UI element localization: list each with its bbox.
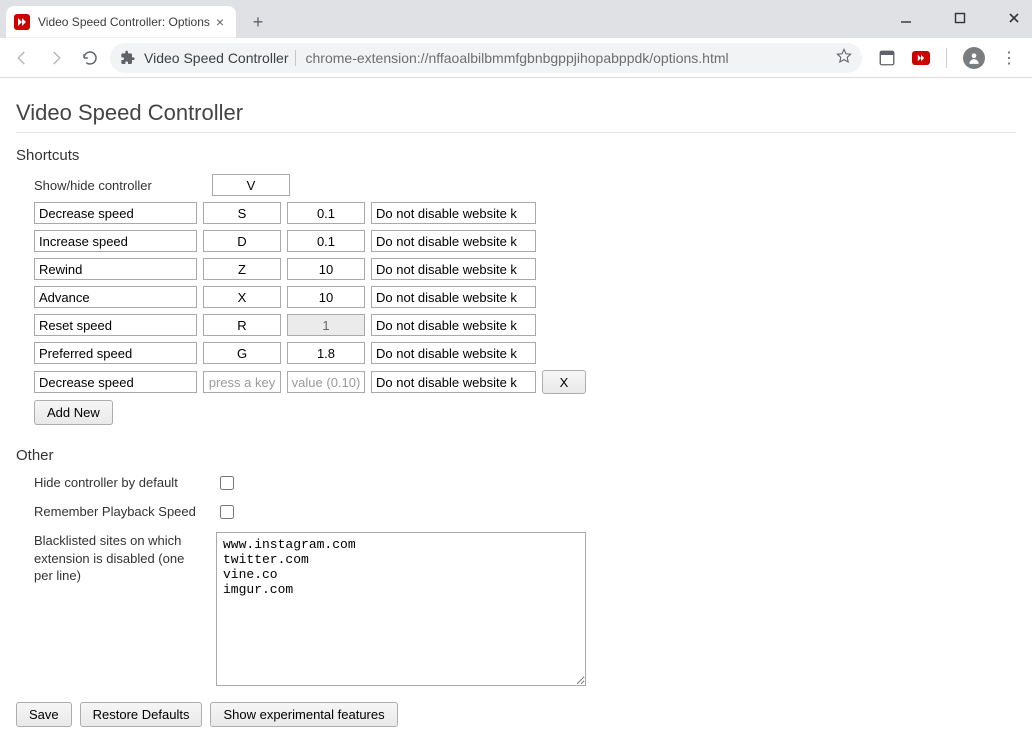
tab-bar: Video Speed Controller: Options × + xyxy=(0,0,1032,38)
save-button[interactable]: Save xyxy=(16,702,72,727)
browser-chrome: Video Speed Controller: Options × + xyxy=(0,0,1032,78)
close-tab-icon[interactable]: × xyxy=(214,14,226,30)
url-path: chrome-extension://nffaoalbilbmmfgbnbgpp… xyxy=(306,50,729,66)
shortcut-row: Rewind Do not disable website k xyxy=(34,258,1016,280)
disable-select[interactable]: Do not disable website k xyxy=(371,258,536,280)
action-select[interactable]: Preferred speed xyxy=(34,342,197,364)
reload-button[interactable] xyxy=(76,44,104,72)
value-input[interactable] xyxy=(287,230,365,252)
showhide-key-input[interactable] xyxy=(212,174,290,196)
key-input[interactable] xyxy=(203,371,281,393)
action-select[interactable]: Rewind xyxy=(34,258,197,280)
value-input[interactable] xyxy=(287,202,365,224)
url-origin: Video Speed Controller xyxy=(144,50,296,66)
add-new-row: Add New xyxy=(34,400,1016,425)
vsc-extension-icon[interactable] xyxy=(912,51,930,65)
hide-controller-row: Hide controller by default xyxy=(34,474,1016,493)
shortcut-row: Preferred speed Do not disable website k xyxy=(34,342,1016,364)
key-input[interactable] xyxy=(203,286,281,308)
page-title: Video Speed Controller xyxy=(16,100,1016,126)
key-input[interactable] xyxy=(203,342,281,364)
chrome-menu-icon[interactable]: ⋮ xyxy=(1001,48,1018,68)
action-select[interactable]: Decrease speed xyxy=(34,202,197,224)
key-input[interactable] xyxy=(203,314,281,336)
key-input[interactable] xyxy=(203,230,281,252)
forward-button[interactable] xyxy=(42,44,70,72)
value-input[interactable] xyxy=(287,258,365,280)
profile-avatar[interactable] xyxy=(963,47,985,69)
shortcut-row-showhide: Show/hide controller xyxy=(34,174,1016,196)
toolbar-right: ⋮ xyxy=(868,47,1024,69)
key-input[interactable] xyxy=(203,258,281,280)
restore-defaults-button[interactable]: Restore Defaults xyxy=(80,702,203,727)
action-select[interactable]: Decrease speed xyxy=(34,371,197,393)
page-viewport[interactable]: Video Speed Controller Shortcuts Show/hi… xyxy=(0,78,1032,731)
action-select[interactable]: Advance xyxy=(34,286,197,308)
browser-toolbar: Video Speed Controller chrome-extension:… xyxy=(0,38,1032,78)
other-grid: Hide controller by default Remember Play… xyxy=(34,474,1016,686)
remember-speed-checkbox[interactable] xyxy=(220,505,234,519)
key-input[interactable] xyxy=(203,202,281,224)
tab-title: Video Speed Controller: Options xyxy=(38,15,214,29)
title-divider xyxy=(16,132,1016,133)
shortcut-row-new: Decrease speed Do not disable website k … xyxy=(34,370,1016,394)
disable-select[interactable]: Do not disable website k xyxy=(371,286,536,308)
disable-select[interactable]: Do not disable website k xyxy=(371,371,536,393)
remember-speed-label: Remember Playback Speed xyxy=(34,503,206,521)
shortcut-row: Increase speed Do not disable website k xyxy=(34,230,1016,252)
translate-extension-icon[interactable] xyxy=(878,49,896,67)
shortcuts-heading: Shortcuts xyxy=(16,147,1016,164)
disable-select[interactable]: Do not disable website k xyxy=(371,314,536,336)
bookmark-star-icon[interactable] xyxy=(836,48,852,67)
hide-controller-label: Hide controller by default xyxy=(34,474,206,492)
blacklist-row: Blacklisted sites on which extension is … xyxy=(34,532,1016,686)
action-select[interactable]: Increase speed xyxy=(34,230,197,252)
action-buttons: Save Restore Defaults Show experimental … xyxy=(16,702,1016,727)
shortcuts-grid: Show/hide controller Decrease speed Do n… xyxy=(34,174,1016,425)
blacklist-label: Blacklisted sites on which extension is … xyxy=(34,532,206,585)
minimize-button[interactable] xyxy=(892,4,920,32)
blacklist-textarea[interactable] xyxy=(216,532,586,686)
toolbar-divider xyxy=(946,48,947,68)
address-bar[interactable]: Video Speed Controller chrome-extension:… xyxy=(110,43,862,73)
back-button[interactable] xyxy=(8,44,36,72)
disable-select[interactable]: Do not disable website k xyxy=(371,202,536,224)
remember-speed-row: Remember Playback Speed xyxy=(34,503,1016,522)
disable-select[interactable]: Do not disable website k xyxy=(371,230,536,252)
show-experimental-button[interactable]: Show experimental features xyxy=(210,702,397,727)
value-input[interactable] xyxy=(287,286,365,308)
remove-shortcut-button[interactable]: X xyxy=(542,370,586,394)
other-heading: Other xyxy=(16,447,1016,464)
hide-controller-checkbox[interactable] xyxy=(220,476,234,490)
value-input[interactable] xyxy=(287,342,365,364)
maximize-button[interactable] xyxy=(946,4,974,32)
new-tab-button[interactable]: + xyxy=(244,8,272,36)
value-input[interactable] xyxy=(287,371,365,393)
browser-tab[interactable]: Video Speed Controller: Options × xyxy=(6,6,236,38)
shortcut-row: Decrease speed Do not disable website k xyxy=(34,202,1016,224)
shortcut-row: Advance Do not disable website k xyxy=(34,286,1016,308)
window-controls xyxy=(892,4,1028,32)
action-select[interactable]: Reset speed xyxy=(34,314,197,336)
shortcut-row: Reset speed Do not disable website k xyxy=(34,314,1016,336)
window-close-button[interactable] xyxy=(1000,4,1028,32)
showhide-label: Show/hide controller xyxy=(34,178,206,193)
add-new-button[interactable]: Add New xyxy=(34,400,113,425)
tab-favicon xyxy=(14,14,30,30)
extension-icon xyxy=(120,50,136,66)
value-input xyxy=(287,314,365,336)
options-page: Video Speed Controller Shortcuts Show/hi… xyxy=(0,78,1032,731)
disable-select[interactable]: Do not disable website k xyxy=(371,342,536,364)
